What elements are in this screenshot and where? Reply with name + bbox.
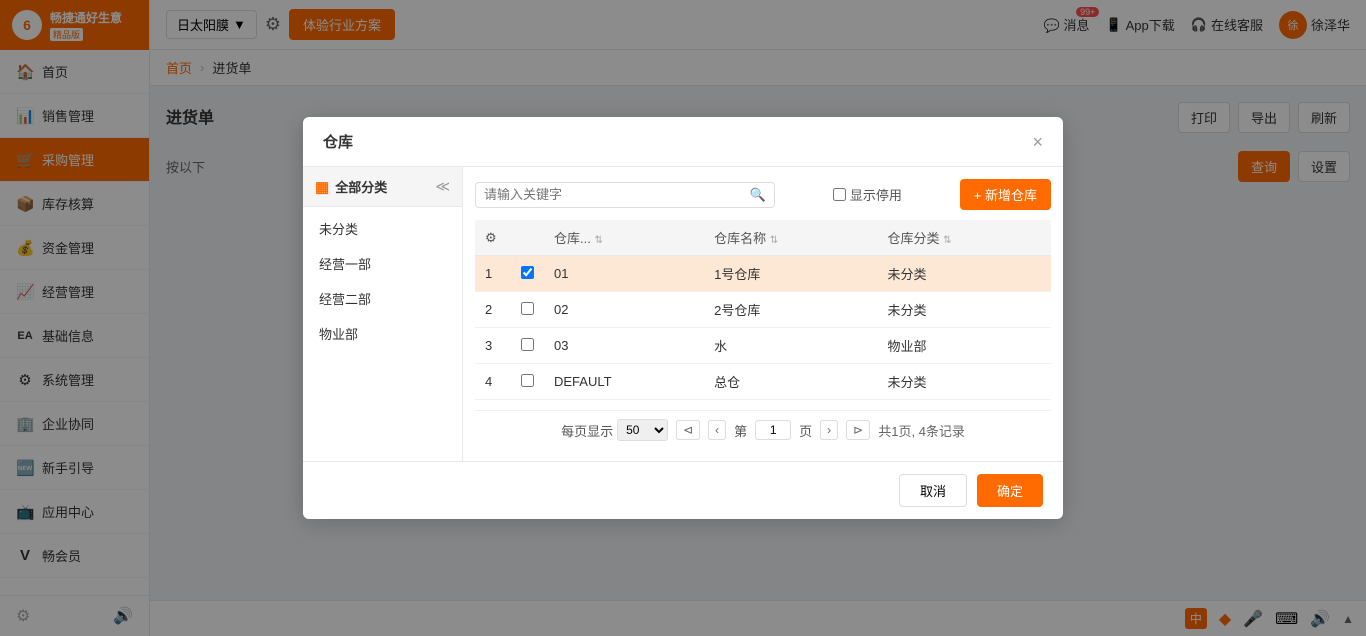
row-checkbox[interactable] (521, 338, 534, 351)
modal-body: ▦ 全部分类 ≪ 未分类 经营一部 经营二部 物业部 (303, 167, 1063, 461)
modal-header: 仓库 × (303, 117, 1063, 167)
collapse-category-button[interactable]: ≪ (435, 178, 450, 195)
warehouse-table: ⚙ 仓库... ⇅ 仓库名称 ⇅ (475, 220, 1051, 400)
col-settings: ⚙ (475, 220, 511, 256)
category-item-operations1[interactable]: 经营一部 (303, 246, 462, 281)
row-name: 水 (704, 328, 877, 364)
row-name: 总仓 (704, 364, 877, 400)
cancel-button[interactable]: 取消 (899, 474, 967, 507)
show-disabled-checkbox[interactable]: 显示停用 (833, 185, 902, 204)
category-list: 未分类 经营一部 经营二部 物业部 (303, 207, 462, 355)
page-number-input[interactable] (755, 420, 791, 440)
row-code: 01 (544, 256, 704, 292)
show-disabled-input[interactable] (833, 188, 846, 201)
category-panel: ▦ 全部分类 ≪ 未分类 经营一部 经营二部 物业部 (303, 167, 463, 461)
row-num: 2 (475, 292, 511, 328)
row-checkbox-cell[interactable] (511, 328, 544, 364)
row-checkbox[interactable] (521, 374, 534, 387)
table-panel: 🔍 显示停用 + 新增仓库 ⚙ (463, 167, 1063, 461)
modal-footer: 取消 确定 (303, 461, 1063, 519)
category-item-property[interactable]: 物业部 (303, 316, 462, 351)
col-category: 仓库分类 ⇅ (878, 220, 1051, 256)
row-name: 2号仓库 (704, 292, 877, 328)
row-category: 未分类 (878, 364, 1051, 400)
row-checkbox-cell[interactable] (511, 292, 544, 328)
search-icon: 🔍 (750, 187, 766, 203)
page-label: 页 (799, 421, 812, 440)
row-num: 1 (475, 256, 511, 292)
page-size-select[interactable]: 10 20 50 100 (617, 419, 668, 441)
table-row[interactable]: 3 03 水 物业部 (475, 328, 1051, 364)
page-first-button[interactable]: ⊲ (676, 420, 700, 440)
modal-title: 仓库 (323, 131, 353, 152)
add-warehouse-button[interactable]: + 新增仓库 (960, 179, 1051, 210)
search-input[interactable] (484, 187, 746, 202)
confirm-button[interactable]: 确定 (977, 474, 1043, 507)
col-name: 仓库名称 ⇅ (704, 220, 877, 256)
col-code: 仓库... ⇅ (544, 220, 704, 256)
table-row[interactable]: 1 01 1号仓库 未分类 (475, 256, 1051, 292)
page-next-button[interactable]: › (820, 420, 838, 440)
page-size-selector: 每页显示 10 20 50 100 (561, 419, 668, 441)
row-checkbox[interactable] (521, 302, 534, 315)
category-item-operations2[interactable]: 经营二部 (303, 281, 462, 316)
row-checkbox-cell[interactable] (511, 364, 544, 400)
sort-icon-category: ⇅ (943, 235, 951, 246)
row-name: 1号仓库 (704, 256, 877, 292)
row-code: 03 (544, 328, 704, 364)
warehouse-modal: 仓库 × ▦ 全部分类 ≪ 未分类 经营一部 经营二部 物业部 (303, 117, 1063, 519)
modal-toolbar: 🔍 显示停用 + 新增仓库 (475, 179, 1051, 210)
col-checkbox (511, 220, 544, 256)
total-info: 共1页, 4条记录 (878, 421, 965, 440)
search-box: 🔍 (475, 182, 775, 208)
table-settings-icon[interactable]: ⚙ (485, 230, 497, 245)
modal-overlay: 仓库 × ▦ 全部分类 ≪ 未分类 经营一部 经营二部 物业部 (0, 0, 1366, 636)
table-row[interactable]: 4 DEFAULT 总仓 未分类 (475, 364, 1051, 400)
table-row[interactable]: 2 02 2号仓库 未分类 (475, 292, 1051, 328)
category-header: ▦ 全部分类 ≪ (303, 167, 462, 207)
page-prev-button[interactable]: ‹ (708, 420, 726, 440)
row-num: 4 (475, 364, 511, 400)
sort-icon-name: ⇅ (770, 235, 778, 246)
modal-close-button[interactable]: × (1032, 133, 1043, 151)
row-category: 未分类 (878, 292, 1051, 328)
category-title: ▦ 全部分类 (315, 177, 387, 196)
row-code: DEFAULT (544, 364, 704, 400)
row-code: 02 (544, 292, 704, 328)
row-checkbox[interactable] (521, 266, 534, 279)
pagination: 每页显示 10 20 50 100 ⊲ ‹ 第 页 › ⊳ (475, 410, 1051, 449)
row-num: 3 (475, 328, 511, 364)
sort-icon-code: ⇅ (594, 235, 602, 246)
row-category: 物业部 (878, 328, 1051, 364)
category-item-uncategorized[interactable]: 未分类 (303, 211, 462, 246)
grid-icon: ▦ (315, 178, 329, 196)
row-checkbox-cell[interactable] (511, 256, 544, 292)
page-go-label: 第 (734, 421, 747, 440)
page-last-button[interactable]: ⊳ (846, 420, 870, 440)
row-category: 未分类 (878, 256, 1051, 292)
